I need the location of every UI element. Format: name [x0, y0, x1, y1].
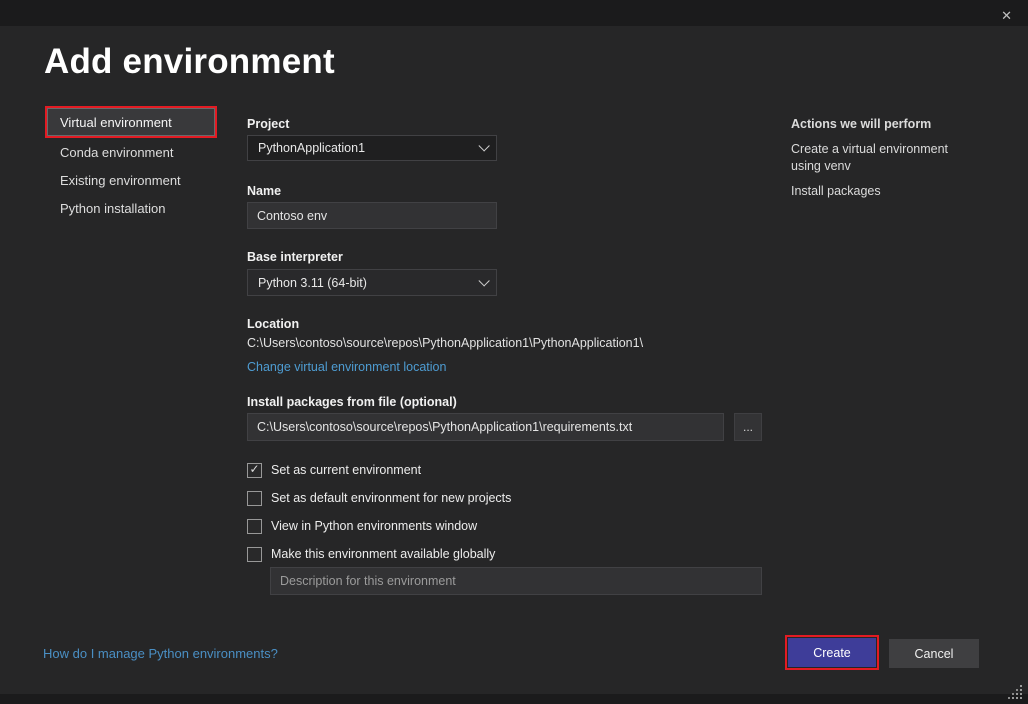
project-dropdown[interactable]: PythonApplication1 [247, 135, 497, 161]
view-in-python-environments-checkbox[interactable] [247, 519, 262, 534]
close-icon[interactable]: ✕ [1001, 9, 1012, 22]
actions-panel-item: Create a virtual environment using venv [791, 141, 951, 175]
name-input[interactable] [247, 202, 497, 229]
manage-environments-help-link[interactable]: How do I manage Python environments? [43, 646, 278, 661]
checkbox-label: Set as current environment [271, 463, 421, 477]
actions-panel: Actions we will perform Create a virtual… [791, 116, 951, 208]
project-label: Project [247, 117, 289, 131]
checkbox-row-set-default: Set as default environment for new proje… [247, 490, 511, 506]
sidebar-item-conda-environment[interactable]: Conda environment [60, 145, 173, 160]
title-bar: ✕ [0, 0, 1028, 26]
annotation-highlight-virtual-environment: Virtual environment [45, 106, 217, 138]
dialog-title: Add environment [44, 42, 335, 82]
location-label: Location [247, 317, 299, 331]
checkbox-row-set-current: ✓ Set as current environment [247, 462, 421, 478]
actions-panel-item: Install packages [791, 183, 951, 200]
set-as-default-environment-checkbox[interactable] [247, 491, 262, 506]
checkbox-row-view-environments: View in Python environments window [247, 518, 477, 534]
base-interpreter-label: Base interpreter [247, 250, 343, 264]
make-environment-global-checkbox[interactable] [247, 547, 262, 562]
check-icon: ✓ [249, 463, 259, 475]
name-label: Name [247, 184, 281, 198]
sidebar-item-python-installation[interactable]: Python installation [60, 201, 166, 216]
chevron-down-icon [478, 275, 489, 286]
location-path: C:\Users\contoso\source\repos\PythonAppl… [247, 336, 643, 350]
chevron-down-icon [478, 140, 489, 151]
resize-grip-icon[interactable] [1007, 684, 1023, 700]
sidebar-item-existing-environment[interactable]: Existing environment [60, 173, 181, 188]
base-interpreter-dropdown-value: Python 3.11 (64-bit) [258, 276, 367, 290]
checkbox-label: Make this environment available globally [271, 547, 495, 561]
project-dropdown-value: PythonApplication1 [258, 141, 365, 155]
cancel-button[interactable]: Cancel [889, 639, 979, 668]
install-packages-label: Install packages from file (optional) [247, 395, 457, 409]
annotation-highlight-create-button: Create [785, 635, 879, 670]
checkbox-label: View in Python environments window [271, 519, 477, 533]
requirements-file-input[interactable] [247, 413, 724, 441]
bottom-bar [0, 694, 1028, 704]
checkbox-row-available-globally: Make this environment available globally [247, 546, 495, 562]
description-input[interactable] [270, 567, 762, 595]
sidebar-item-virtual-environment[interactable]: Virtual environment [47, 108, 215, 136]
add-environment-dialog: ✕ Add environment Virtual environment Co… [0, 0, 1028, 704]
browse-button[interactable]: ... [734, 413, 762, 441]
checkbox-label: Set as default environment for new proje… [271, 491, 511, 505]
change-location-link[interactable]: Change virtual environment location [247, 360, 446, 374]
actions-panel-title: Actions we will perform [791, 116, 951, 133]
base-interpreter-dropdown[interactable]: Python 3.11 (64-bit) [247, 269, 497, 296]
set-as-current-environment-checkbox[interactable]: ✓ [247, 463, 262, 478]
create-button[interactable]: Create [788, 638, 876, 667]
